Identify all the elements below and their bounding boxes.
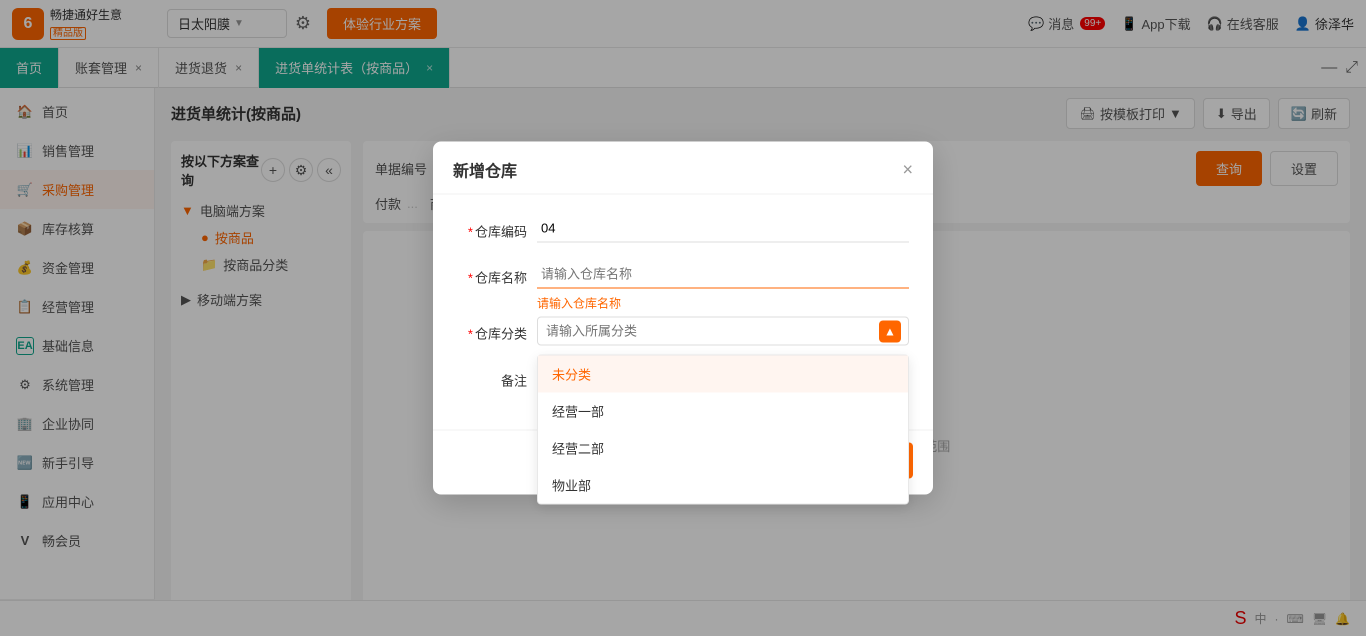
dropdown-item-dept2[interactable]: 经营二部 — [538, 430, 908, 467]
dropdown-item-property[interactable]: 物业部 — [538, 467, 908, 504]
form-row-category: 仓库分类 ▲ 未分类 经营一部 经营二部 物业部 — [457, 317, 909, 346]
category-select-wrapper: ▲ 未分类 经营一部 经营二部 物业部 — [537, 317, 909, 346]
category-input[interactable] — [537, 317, 909, 346]
modal-body: 仓库编码 仓库名称 请输入仓库名称 仓库分类 ▲ 未分类 经营一部 经营二部 物… — [433, 195, 933, 430]
category-dropdown: 未分类 经营一部 经营二部 物业部 — [537, 355, 909, 505]
code-label: 仓库编码 — [457, 215, 537, 241]
category-arrow-icon[interactable]: ▲ — [879, 320, 901, 342]
note-label: 备注 — [457, 364, 537, 390]
form-row-code: 仓库编码 — [457, 215, 909, 243]
form-row-name: 仓库名称 请输入仓库名称 — [457, 261, 909, 289]
modal-header: 新增仓库 × — [433, 142, 933, 195]
category-label: 仓库分类 — [457, 317, 537, 343]
name-error-message: 请输入仓库名称 — [537, 295, 621, 312]
name-label: 仓库名称 — [457, 261, 537, 287]
dropdown-item-dept1[interactable]: 经营一部 — [538, 393, 908, 430]
warehouse-name-input[interactable] — [537, 261, 909, 289]
dropdown-item-unclassified[interactable]: 未分类 — [538, 356, 908, 393]
modal-title: 新增仓库 — [453, 158, 517, 182]
warehouse-code-input[interactable] — [537, 215, 909, 243]
add-warehouse-modal: 新增仓库 × 仓库编码 仓库名称 请输入仓库名称 仓库分类 ▲ 未分类 经营一部 — [433, 142, 933, 495]
modal-close-button[interactable]: × — [902, 159, 913, 180]
